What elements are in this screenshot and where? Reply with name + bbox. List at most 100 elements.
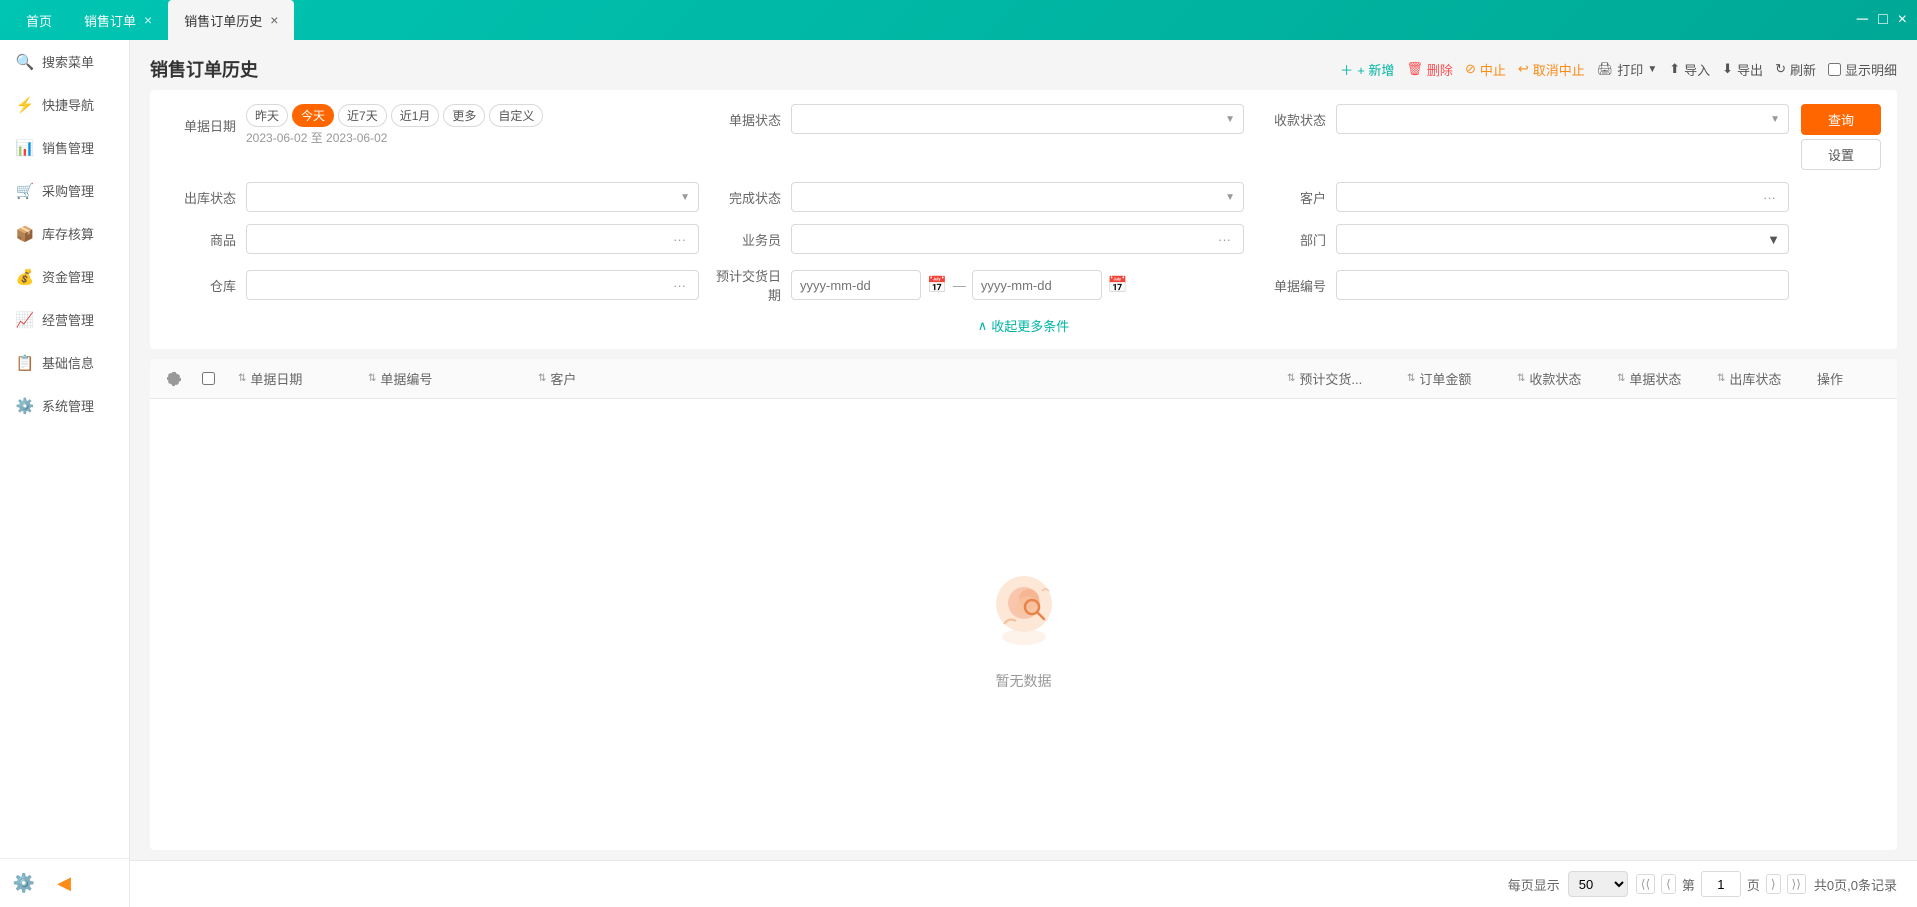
purchase-icon: 🛒 (16, 182, 34, 200)
th-customer-sort-icon: ⇅ (538, 373, 546, 384)
filter-receipt-status-group: 收款状态 ▼ (1256, 104, 1789, 134)
cancel-stop-button[interactable]: ↩ 取消中止 (1518, 60, 1585, 79)
tab-sales-order-close[interactable]: × (144, 12, 152, 28)
export-button[interactable]: ⬇ 导出 (1722, 60, 1763, 79)
dept-arrow: ▼ (1767, 232, 1780, 247)
sidebar-item-purchase[interactable]: 🛒 采购管理 (0, 169, 129, 212)
sidebar-item-system[interactable]: ⚙️ 系统管理 (0, 384, 129, 427)
date-btn-custom[interactable]: 自定义 (489, 104, 543, 127)
tab-bar: 首页 销售订单 × 销售订单历史 × (10, 0, 1857, 40)
warehouse-more-btn[interactable]: ··· (669, 278, 690, 293)
th-check[interactable] (194, 372, 230, 385)
th-number[interactable]: ⇅ 单据编号 (360, 369, 530, 388)
next-page-button[interactable]: ⟩ (1766, 874, 1781, 894)
stop-button[interactable]: ⊘ 中止 (1465, 60, 1506, 79)
completion-select[interactable]: ▼ (791, 182, 1244, 212)
tab-sales-order-history-label: 销售订单历史 (184, 11, 262, 30)
sales-icon: 📊 (16, 139, 34, 157)
sidebar-item-sales[interactable]: 📊 销售管理 (0, 126, 129, 169)
status-select-arrow: ▼ (1225, 114, 1235, 125)
page-size-select[interactable]: 50 100 200 (1568, 871, 1628, 897)
empty-state-icon (974, 559, 1074, 659)
sidebar-item-quick-nav[interactable]: ⚡ 快捷导航 (0, 83, 129, 126)
sidebar-item-finance[interactable]: 💰 资金管理 (0, 255, 129, 298)
table-area: ⇅ 单据日期 ⇅ 单据编号 ⇅ 客户 ⇅ 预计交货... ⇅ 订单金额 (150, 359, 1897, 850)
th-receipt[interactable]: ⇅ 收款状态 (1509, 369, 1609, 388)
sidebar-item-inventory[interactable]: 📦 库存核算 (0, 212, 129, 255)
customer-more-btn[interactable]: ··· (1759, 190, 1780, 205)
display-detail-checkbox[interactable] (1828, 63, 1841, 76)
order-num-input[interactable] (1336, 270, 1789, 300)
sidebar-collapse-icon[interactable]: ◀ (48, 867, 80, 899)
date-btn-today[interactable]: 今天 (292, 104, 334, 127)
sidebar-item-system-label: 系统管理 (42, 396, 94, 415)
filter-customer-label: 客户 (1256, 188, 1336, 207)
th-warehouse[interactable]: ⇅ 出库状态 (1709, 369, 1809, 388)
add-button[interactable]: ＋ + 新增 (1340, 60, 1394, 79)
operation-icon: 📈 (16, 311, 34, 329)
last-page-button[interactable]: ⟩⟩ (1787, 874, 1806, 894)
warehouse-status-select[interactable]: ▼ (246, 182, 699, 212)
query-btn-group: 查询 设置 (1801, 104, 1881, 170)
base-icon: 📋 (16, 354, 34, 372)
stop-icon: ⊘ (1465, 61, 1476, 77)
window-close-icon[interactable]: × (1898, 11, 1907, 29)
th-warehouse-sort-icon: ⇅ (1717, 373, 1725, 384)
print-button[interactable]: 🖨 打印 ▼ (1597, 60, 1657, 79)
delete-icon: 🗑 (1406, 61, 1423, 77)
filter-salesperson-label: 业务员 (711, 230, 791, 249)
th-amount[interactable]: ⇅ 订单金额 (1399, 369, 1509, 388)
top-bar: 首页 销售订单 × 销售订单历史 × ─ □ × (0, 0, 1917, 40)
date-btn-1month[interactable]: 近1月 (391, 104, 440, 127)
delivery-date-to[interactable] (972, 270, 1102, 300)
th-date[interactable]: ⇅ 单据日期 (230, 369, 360, 388)
refresh-button[interactable]: ↻ 刷新 (1775, 60, 1816, 79)
delivery-date-from[interactable] (791, 270, 921, 300)
goods-more-btn[interactable]: ··· (669, 232, 690, 247)
date-btn-more[interactable]: 更多 (443, 104, 485, 127)
window-maximize-icon[interactable]: □ (1878, 11, 1888, 29)
th-customer[interactable]: ⇅ 客户 (530, 369, 1279, 388)
salesperson-more-btn[interactable]: ··· (1214, 232, 1235, 247)
finance-icon: 💰 (16, 268, 34, 286)
calendar-from-icon[interactable]: 📅 (927, 275, 947, 295)
sidebar-settings-icon[interactable]: ⚙️ (8, 867, 40, 899)
tab-home[interactable]: 首页 (10, 0, 68, 40)
th-status[interactable]: ⇅ 单据状态 (1609, 369, 1709, 388)
filter-warehouse-status-label: 出库状态 (166, 188, 246, 207)
th-date-sort-icon: ⇅ (238, 373, 246, 384)
import-button[interactable]: ⬆ 导入 (1669, 60, 1710, 79)
date-btn-7days[interactable]: 近7天 (338, 104, 387, 127)
filter-completion-label: 完成状态 (711, 188, 791, 207)
filter-receipt-label: 收款状态 (1256, 110, 1336, 129)
calendar-to-icon[interactable]: 📅 (1108, 275, 1128, 295)
tab-sales-order-history[interactable]: 销售订单历史 × (168, 0, 294, 40)
delete-button[interactable]: 🗑 删除 (1406, 60, 1453, 79)
date-btn-yesterday[interactable]: 昨天 (246, 104, 288, 127)
receipt-status-select[interactable]: ▼ (1336, 104, 1789, 134)
sidebar-item-inventory-label: 库存核算 (42, 224, 94, 243)
window-minimize-icon[interactable]: ─ (1857, 11, 1868, 29)
sidebar-item-operation[interactable]: 📈 经营管理 (0, 298, 129, 341)
tab-sales-order[interactable]: 销售订单 × (68, 0, 168, 40)
th-settings[interactable] (158, 371, 194, 387)
th-delivery[interactable]: ⇅ 预计交货... (1279, 369, 1399, 388)
status-select[interactable]: ▼ (791, 104, 1244, 134)
query-button[interactable]: 查询 (1801, 104, 1881, 135)
sidebar-item-search[interactable]: 🔍 搜索菜单 (0, 40, 129, 83)
filter-date-group: 单据日期 昨天 今天 近7天 近1月 更多 自定义 2023-06-02 至 2… (166, 104, 699, 146)
filter-warehouse-group: 仓库 ··· (166, 270, 699, 300)
sidebar-item-finance-label: 资金管理 (42, 267, 94, 286)
page-number-input[interactable] (1701, 871, 1741, 897)
th-number-sort-icon: ⇅ (368, 373, 376, 384)
select-all-checkbox[interactable] (202, 372, 215, 385)
settings-button[interactable]: 设置 (1801, 139, 1881, 170)
sidebar-item-base[interactable]: 📋 基础信息 (0, 341, 129, 384)
tab-sales-order-history-close[interactable]: × (270, 12, 278, 28)
prev-page-button[interactable]: ⟨ (1661, 874, 1676, 894)
first-page-button[interactable]: ⟨⟨ (1636, 874, 1655, 894)
dept-select[interactable]: ▼ (1336, 224, 1789, 254)
display-detail-checkbox-group[interactable]: 显示明细 (1828, 60, 1897, 79)
table-header: ⇅ 单据日期 ⇅ 单据编号 ⇅ 客户 ⇅ 预计交货... ⇅ 订单金额 (150, 359, 1897, 399)
collapse-button[interactable]: ∧ 收起更多条件 (978, 316, 1070, 335)
